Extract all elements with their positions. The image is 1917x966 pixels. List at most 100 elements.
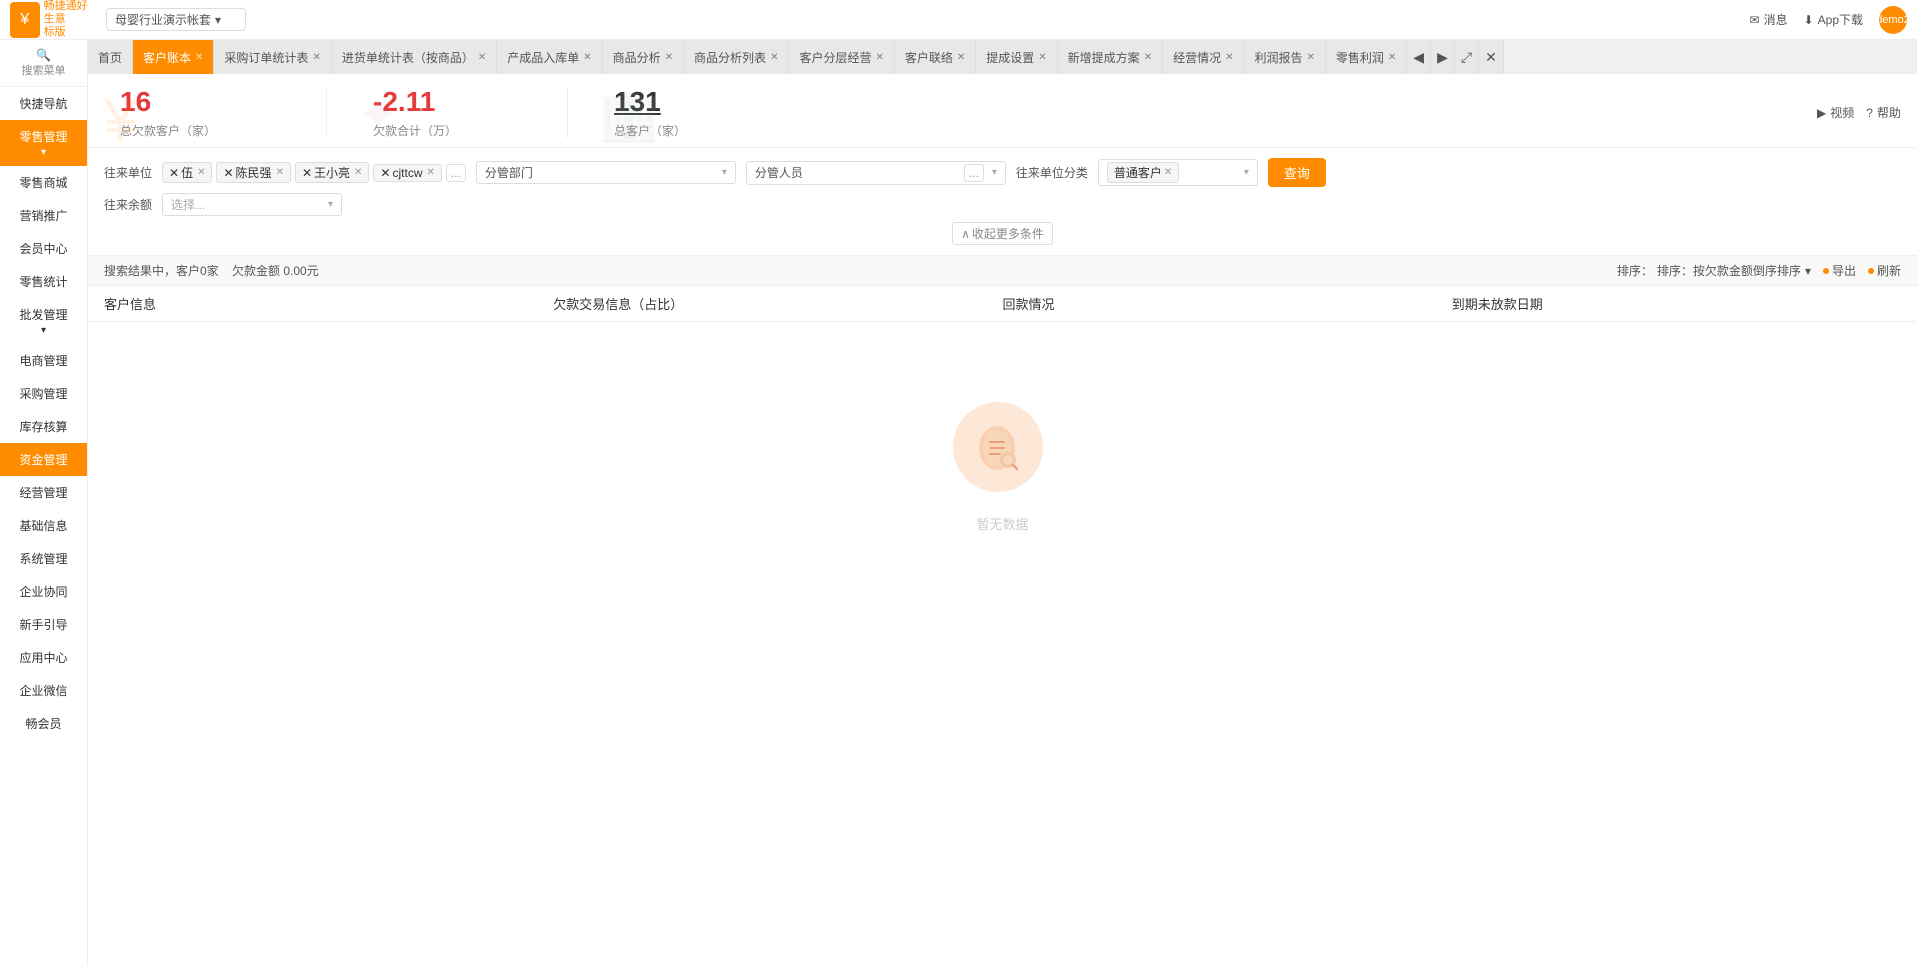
user-menu[interactable]: demo2 [1879, 6, 1907, 34]
sidebar-item-ops-mgmt[interactable]: 经营管理 [0, 476, 87, 509]
main-layout: 🔍 搜索菜单 快捷导航 零售管理 ▾ 零售商城 营销推广 会员中心 零售统计 [0, 40, 1917, 966]
tab-purchase-order-stats[interactable]: 采购订单统计表 ✕ [214, 40, 331, 74]
col-repayment: 回款情况 [1003, 294, 1452, 313]
sidebar-item-purchase-mgmt[interactable]: 采购管理 [0, 377, 87, 410]
tab-prev-btn[interactable]: ◀ [1407, 40, 1431, 74]
sidebar-item-enterprise-wechat[interactable]: 企业微信 [0, 674, 87, 707]
col-customer-info: 客户信息 [104, 294, 553, 313]
message-btn[interactable]: ✉ 消息 [1750, 11, 1788, 28]
dept-select[interactable]: 分管部门 ▾ [476, 161, 736, 184]
unit-tag-wu-close[interactable]: ✕ [197, 167, 205, 178]
tab-close-commission-settings[interactable]: ✕ [1038, 52, 1046, 63]
refresh-btn[interactable]: 刷新 [1868, 262, 1901, 279]
summary-actions: 排序： 排序：按欠款金额倒序排序 ▾ 导出 刷新 [1617, 262, 1901, 279]
summary-text: 搜索结果中，客户0家 欠款金额 0.00元 [104, 262, 1617, 279]
tab-product-analysis-list[interactable]: 商品分析列表 ✕ [684, 40, 789, 74]
tab-close-purchase-order-stats[interactable]: ✕ [312, 52, 320, 63]
person-select[interactable]: 分管人员 ... ▾ [746, 161, 1006, 185]
sidebar-item-ecommerce-mgmt[interactable]: 电商管理 [0, 344, 87, 377]
sidebar-item-app-center[interactable]: 应用中心 [0, 641, 87, 674]
unit-tag-wang-close[interactable]: ✕ [354, 167, 362, 178]
tab-product-analysis[interactable]: 商品分析 ✕ [603, 40, 684, 74]
tab-close-inbound-stats-product[interactable]: ✕ [478, 52, 486, 63]
balance-label: 往来余额 [104, 196, 152, 213]
sidebar-item-basic-info[interactable]: 基础信息 [0, 509, 87, 542]
query-button[interactable]: 查询 [1268, 158, 1326, 187]
sidebar-item-member-vip[interactable]: 畅会员 [0, 707, 87, 740]
dept-select-arrow-icon: ▾ [722, 167, 727, 178]
sidebar-item-enterprise-agreement[interactable]: 企业协同 [0, 575, 87, 608]
top-bar: ¥ 畅捷通好生意 标版 母婴行业演示帐套 ▾ ✉ 消息 ⬇ App下载 demo… [0, 0, 1917, 40]
category-select[interactable]: 普通客户 ✕ ▾ [1098, 159, 1258, 186]
tab-home[interactable]: 首页 [88, 40, 133, 74]
app-download-btn[interactable]: ⬇ App下载 [1804, 11, 1863, 28]
category-label: 往来单位分类 [1016, 164, 1088, 181]
customers-bg-icon: ¥ [104, 86, 137, 155]
stat-divider-1 [326, 88, 327, 138]
collapse-btn[interactable]: ∧ 收起更多条件 [952, 222, 1053, 245]
person-select-arrow-icon: ▾ [992, 167, 997, 178]
sort-select[interactable]: 排序： 排序：按欠款金额倒序排序 ▾ [1617, 262, 1811, 279]
tab-commission-settings[interactable]: 提成设置 ✕ [976, 40, 1057, 74]
balance-select[interactable]: 选择... ▾ [162, 193, 342, 216]
sidebar-item-wholesale-mgmt[interactable]: 批发管理 ▾ [0, 298, 87, 344]
stat-debt-total: ✦ -2.11 欠款合计（万） [357, 86, 537, 139]
sidebar-item-capital-mgmt[interactable]: 资金管理 [0, 443, 87, 476]
video-link[interactable]: ▶ 视频 [1817, 104, 1854, 121]
unit-more-btn[interactable]: ... [446, 164, 466, 182]
sidebar-item-retail-stats[interactable]: 零售统计 [0, 265, 87, 298]
unit-label: 往来单位 [104, 164, 152, 181]
refresh-dot [1868, 268, 1874, 274]
tab-close-product-analysis-list[interactable]: ✕ [770, 52, 778, 63]
tab-retail-profit[interactable]: 零售利润 ✕ [1326, 40, 1407, 74]
account-selector[interactable]: 母婴行业演示帐套 ▾ [106, 8, 246, 31]
tab-close-profit-report[interactable]: ✕ [1307, 52, 1315, 63]
sidebar-item-quick-nav[interactable]: 快捷导航 [0, 87, 87, 120]
tab-product-inbound[interactable]: 产成品入库单 ✕ [497, 40, 602, 74]
logo-icon: ¥ [10, 2, 40, 38]
stat-total-customers: ¥ 16 总欠款客户（家） [104, 86, 296, 139]
table-header: 客户信息 欠款交易信息（占比） 回款情况 到期未放款日期 [88, 286, 1917, 322]
tab-new-commission-plan[interactable]: 新增提成方案 ✕ [1058, 40, 1163, 74]
sidebar-item-member-center[interactable]: 会员中心 [0, 232, 87, 265]
sidebar-item-marketing[interactable]: 营销推广 [0, 199, 87, 232]
help-link[interactable]: ? 帮助 [1866, 104, 1901, 121]
sidebar-item-sys-mgmt[interactable]: 系统管理 [0, 542, 87, 575]
sidebar-search[interactable]: 🔍 搜索菜单 [0, 40, 87, 87]
category-tag-close[interactable]: ✕ [1164, 167, 1172, 178]
tab-close-business-situation[interactable]: ✕ [1225, 52, 1233, 63]
sidebar: 🔍 搜索菜单 快捷导航 零售管理 ▾ 零售商城 营销推广 会员中心 零售统计 [0, 40, 88, 966]
stats-right-actions: ▶ 视频 ? 帮助 [1817, 104, 1901, 121]
tab-close-retail-profit[interactable]: ✕ [1388, 52, 1396, 63]
sidebar-item-retail-mall[interactable]: 零售商城 [0, 166, 87, 199]
sidebar-item-retail-mgmt[interactable]: 零售管理 ▾ [0, 120, 87, 166]
unit-tag-cjttcw-close[interactable]: ✕ [426, 167, 434, 178]
download-icon: ⬇ [1804, 13, 1814, 27]
tab-accounts-receivable[interactable]: 客户账本 ✕ [133, 40, 214, 74]
tab-close-all-btn[interactable]: ✕ [1479, 40, 1504, 74]
tab-close-accounts-receivable[interactable]: ✕ [195, 52, 203, 63]
tab-profit-report[interactable]: 利润报告 ✕ [1244, 40, 1325, 74]
person-more-btn[interactable]: ... [964, 164, 984, 182]
tab-close-product-inbound[interactable]: ✕ [583, 52, 591, 63]
video-icon: ▶ [1817, 106, 1826, 120]
tab-customer-contact[interactable]: 客户联络 ✕ [895, 40, 976, 74]
tab-close-customer-contact[interactable]: ✕ [957, 52, 965, 63]
tab-close-new-commission-plan[interactable]: ✕ [1144, 52, 1152, 63]
chevron-down-icon: ▾ [215, 13, 221, 27]
sidebar-item-new-guide[interactable]: 新手引导 [0, 608, 87, 641]
tab-close-customer-segment[interactable]: ✕ [875, 52, 883, 63]
logo-text: 畅捷通好生意 标版 [44, 0, 98, 39]
tab-customer-segment[interactable]: 客户分层经营 ✕ [789, 40, 894, 74]
customers-all-bg-icon: 🏢 [598, 86, 660, 145]
tab-expand-btn[interactable]: ⤢ [1455, 40, 1479, 74]
tab-close-product-analysis[interactable]: ✕ [665, 52, 673, 63]
empty-icon [953, 402, 1053, 502]
unit-tag-chen-close[interactable]: ✕ [276, 167, 284, 178]
export-btn[interactable]: 导出 [1823, 262, 1856, 279]
content-area: 首页 客户账本 ✕ 采购订单统计表 ✕ 进货单统计表（按商品） ✕ 产成品入库单… [88, 40, 1917, 966]
sidebar-item-inventory-check[interactable]: 库存核算 [0, 410, 87, 443]
tab-business-situation[interactable]: 经营情况 ✕ [1163, 40, 1244, 74]
tab-inbound-stats-product[interactable]: 进货单统计表（按商品） ✕ [332, 40, 497, 74]
tab-next-btn[interactable]: ▶ [1431, 40, 1455, 74]
